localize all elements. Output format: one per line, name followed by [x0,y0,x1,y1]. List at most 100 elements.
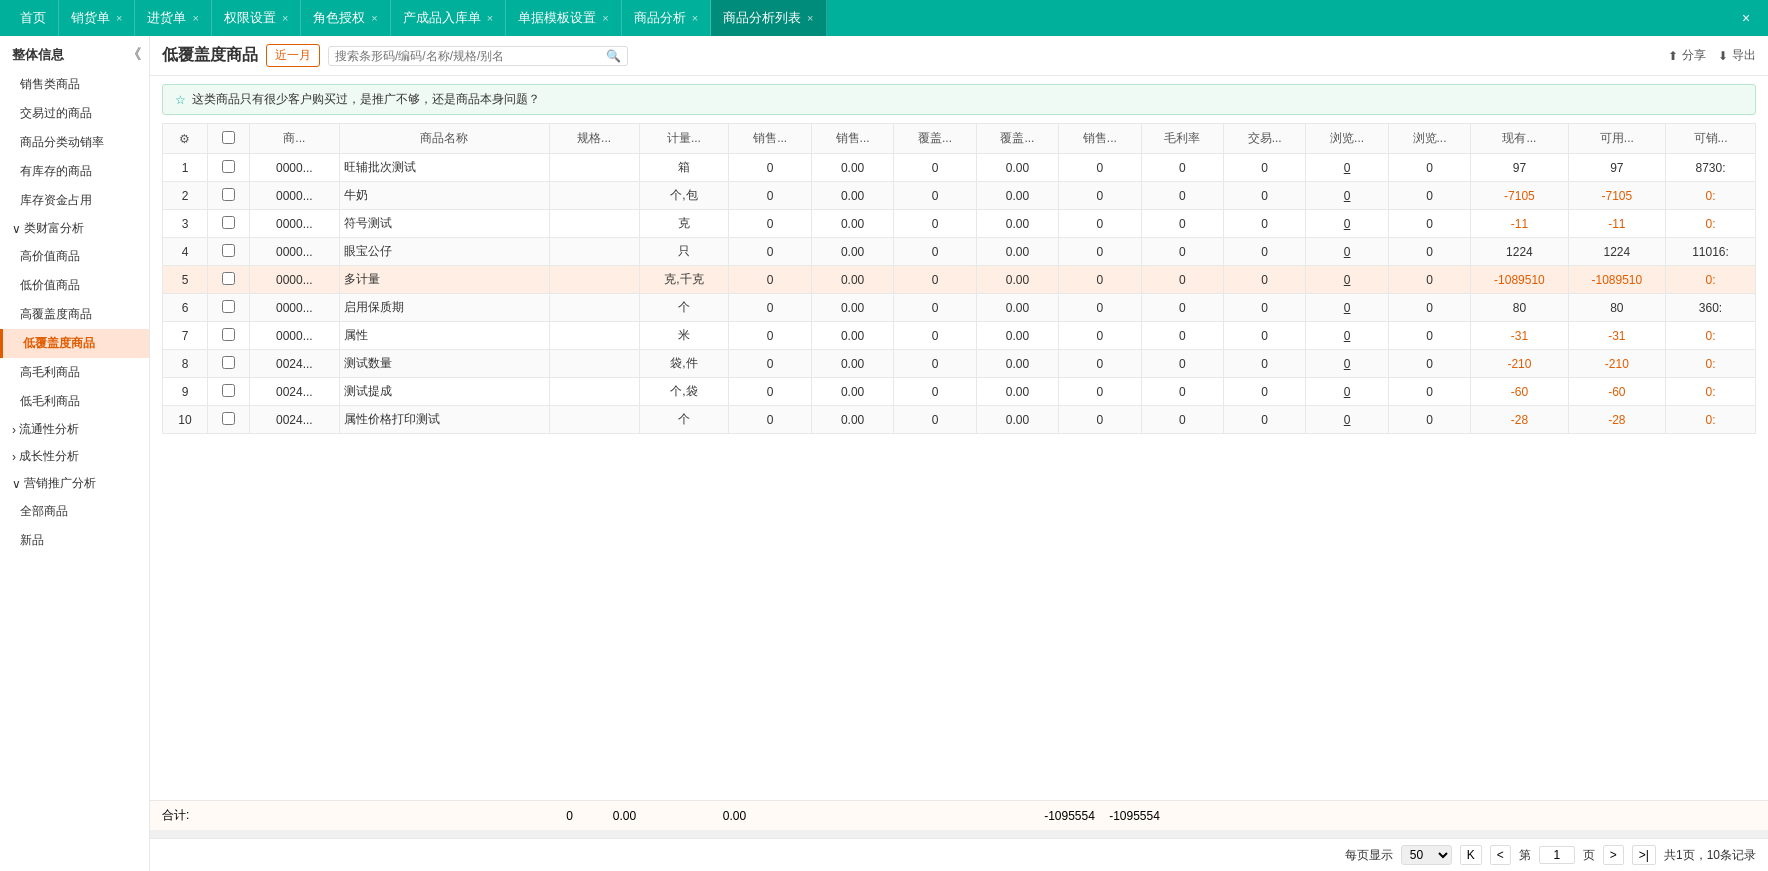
cell-name[interactable]: 属性价格打印测试 [339,406,549,434]
sidebar-item-high-coverage[interactable]: 高覆盖度商品 [0,300,149,329]
th-checkbox[interactable] [207,124,249,154]
cell-checkbox[interactable] [207,294,249,322]
cell-browse1[interactable]: 0 [1306,154,1388,182]
sidebar-item-all-goods[interactable]: 全部商品 [0,497,149,526]
last-page-button[interactable]: >| [1632,845,1656,865]
cell-name[interactable]: 牛奶 [339,182,549,210]
th-trade[interactable]: 交易... [1223,124,1305,154]
horizontal-scrollbar[interactable] [150,830,1768,838]
sidebar-section-wealth[interactable]: ∨ 类财富分析 [0,215,149,242]
row-checkbox[interactable] [222,356,235,369]
cell-name[interactable]: 启用保质期 [339,294,549,322]
cell-browse1[interactable]: 0 [1306,322,1388,350]
sidebar-item-low-gross[interactable]: 低毛利商品 [0,387,149,416]
share-button[interactable]: ⬆ 分享 [1668,47,1706,64]
th-unit[interactable]: 计量... [639,124,729,154]
nav-tab-home[interactable]: 首页 [8,0,59,36]
cell-checkbox[interactable] [207,266,249,294]
window-close-button[interactable]: × [1732,4,1760,32]
cell-checkbox[interactable] [207,210,249,238]
sidebar-section-circulation[interactable]: › 流通性分析 [0,416,149,443]
th-sales3[interactable]: 销售... [1059,124,1141,154]
cell-name[interactable]: 属性 [339,322,549,350]
cell-browse1[interactable]: 0 [1306,294,1388,322]
th-name[interactable]: 商品名称 [339,124,549,154]
cell-checkbox[interactable] [207,154,249,182]
next-page-button[interactable]: > [1603,845,1624,865]
th-browse1[interactable]: 浏览... [1306,124,1388,154]
cell-browse1[interactable]: 0 [1306,266,1388,294]
th-spec[interactable]: 规格... [549,124,639,154]
sidebar-section-growth[interactable]: › 成长性分析 [0,443,149,470]
row-checkbox[interactable] [222,384,235,397]
sidebar-item-category-rate[interactable]: 商品分类动销率 [0,128,149,157]
th-code[interactable]: 商... [249,124,339,154]
select-all-checkbox[interactable] [222,131,235,144]
close-icon[interactable]: × [692,12,698,24]
th-coverage1[interactable]: 覆盖... [894,124,976,154]
sidebar-item-sales-goods[interactable]: 销售类商品 [0,70,149,99]
th-available-stock[interactable]: 可用... [1568,124,1665,154]
th-sales-amt[interactable]: 销售... [811,124,893,154]
th-current-stock[interactable]: 现有... [1471,124,1568,154]
close-icon[interactable]: × [487,12,493,24]
cell-browse1[interactable]: 0 [1306,238,1388,266]
cell-browse1[interactable]: 0 [1306,210,1388,238]
nav-tab-permissions[interactable]: 权限设置 × [212,0,301,36]
sidebar-item-inventory-capital[interactable]: 库存资金占用 [0,186,149,215]
date-filter-button[interactable]: 近一月 [266,44,320,67]
search-input[interactable] [335,49,602,63]
nav-tab-product-warehouse[interactable]: 产成品入库单 × [391,0,506,36]
first-page-button[interactable]: K [1460,845,1482,865]
nav-tab-roles[interactable]: 角色授权 × [301,0,390,36]
nav-tab-product-analysis-list[interactable]: 商品分析列表 × [711,0,826,36]
cell-checkbox[interactable] [207,322,249,350]
row-checkbox[interactable] [222,300,235,313]
cell-browse1[interactable]: 0 [1306,182,1388,210]
cell-name[interactable]: 测试提成 [339,378,549,406]
row-checkbox[interactable] [222,244,235,257]
cell-name[interactable]: 旺辅批次测试 [339,154,549,182]
search-icon[interactable]: 🔍 [606,49,621,63]
cell-checkbox[interactable] [207,378,249,406]
th-browse2[interactable]: 浏览... [1388,124,1470,154]
sidebar-item-traded-goods[interactable]: 交易过的商品 [0,99,149,128]
cell-checkbox[interactable] [207,182,249,210]
nav-tab-sales[interactable]: 销货单 × [59,0,135,36]
row-checkbox[interactable] [222,328,235,341]
close-icon[interactable]: × [116,12,122,24]
nav-tab-product-analysis[interactable]: 商品分析 × [622,0,711,36]
th-sales-qty[interactable]: 销售... [729,124,811,154]
row-checkbox[interactable] [222,412,235,425]
cell-name[interactable]: 多计量 [339,266,549,294]
sidebar-item-stocked-goods[interactable]: 有库存的商品 [0,157,149,186]
cell-browse1[interactable]: 0 [1306,406,1388,434]
close-icon[interactable]: × [602,12,608,24]
sidebar-item-low-coverage[interactable]: 低覆盖度商品 [0,329,149,358]
cell-checkbox[interactable] [207,238,249,266]
sidebar-item-high-gross[interactable]: 高毛利商品 [0,358,149,387]
th-settings[interactable]: ⚙ [163,124,208,154]
sidebar-item-high-value[interactable]: 高价值商品 [0,242,149,271]
sidebar-section-marketing[interactable]: ∨ 营销推广分析 [0,470,149,497]
close-icon[interactable]: × [192,12,198,24]
row-checkbox[interactable] [222,272,235,285]
cell-checkbox[interactable] [207,350,249,378]
sidebar-collapse-button[interactable]: 《 [127,46,141,64]
close-icon[interactable]: × [371,12,377,24]
prev-page-button[interactable]: < [1490,845,1511,865]
sidebar-item-new-goods[interactable]: 新品 [0,526,149,555]
row-checkbox[interactable] [222,216,235,229]
cell-browse1[interactable]: 0 [1306,378,1388,406]
nav-tab-template-settings[interactable]: 单据模板设置 × [506,0,621,36]
cell-checkbox[interactable] [207,406,249,434]
page-number-input[interactable] [1539,846,1575,864]
sidebar-item-low-value[interactable]: 低价值商品 [0,271,149,300]
close-icon[interactable]: × [807,12,813,24]
th-sellable[interactable]: 可销... [1666,124,1756,154]
cell-name[interactable]: 眼宝公仔 [339,238,549,266]
cell-name[interactable]: 测试数量 [339,350,549,378]
page-size-select[interactable]: 50 20 100 200 [1401,845,1452,865]
th-gross-rate[interactable]: 毛利率 [1141,124,1223,154]
cell-name[interactable]: 符号测试 [339,210,549,238]
